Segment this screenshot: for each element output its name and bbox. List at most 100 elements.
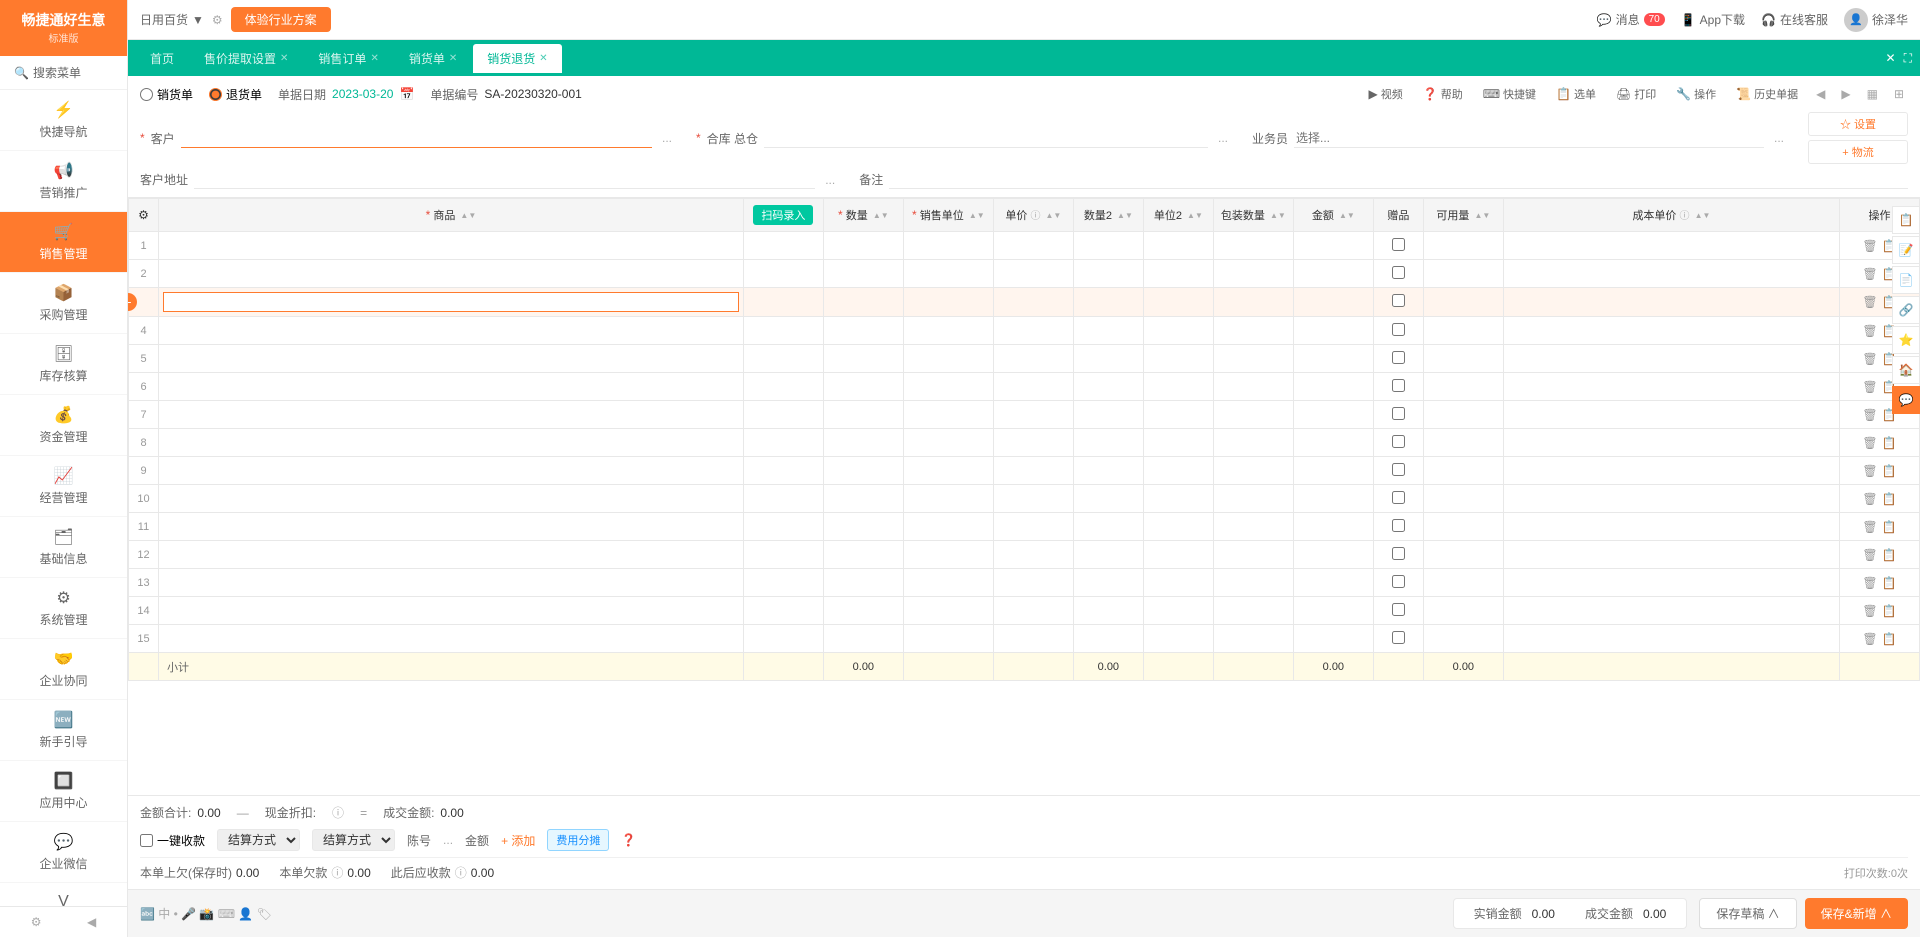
history-btn[interactable]: 📜历史单据	[1730, 84, 1804, 104]
pkg-qty-cell-3[interactable]	[1213, 288, 1293, 317]
product-cell-12[interactable]	[159, 541, 744, 569]
delete-icon-8[interactable]: 🗑	[1862, 436, 1877, 450]
pkg-qty-cell-10[interactable]	[1213, 485, 1293, 513]
save-new-button[interactable]: 保存&新增 ∧	[1805, 898, 1908, 929]
sales-unit-cell-11[interactable]	[903, 513, 993, 541]
gift-checkbox-5[interactable]	[1392, 351, 1405, 364]
nav-prev-icon[interactable]: ◀	[1812, 85, 1829, 103]
side-btn-4[interactable]: 🔗	[1892, 296, 1920, 324]
copy-icon-9[interactable]: 📋	[1882, 464, 1897, 478]
gift-cell-6[interactable]	[1373, 373, 1423, 401]
trial-button[interactable]: 体验行业方案	[231, 7, 331, 32]
sales-unit-cell-2[interactable]	[903, 260, 993, 288]
sidebar-item-member[interactable]: V 畅会员	[0, 883, 127, 906]
sidebar-item-guide[interactable]: 🆕 新手引导	[0, 700, 127, 761]
setting-icon[interactable]: ⚙	[138, 208, 149, 222]
gift-cell-7[interactable]	[1373, 401, 1423, 429]
product-cell-7[interactable]	[159, 401, 744, 429]
sort-icon[interactable]: ▲▼	[1187, 213, 1203, 219]
gift-checkbox-15[interactable]	[1392, 631, 1405, 644]
amount-cell-8[interactable]	[1293, 429, 1373, 457]
radio-sales-input[interactable]	[140, 88, 153, 101]
available-cell-5[interactable]	[1423, 345, 1503, 373]
qty-cell-2[interactable]	[823, 260, 903, 288]
category-select[interactable]: 日用百货 ▼	[140, 11, 204, 28]
delete-icon-6[interactable]: 🗑	[1862, 380, 1877, 394]
unit-price-cell-7[interactable]	[993, 401, 1073, 429]
view-list-icon[interactable]: ▦	[1863, 85, 1882, 103]
qty2-cell-3[interactable]	[1073, 288, 1143, 317]
cost-price-cell-13[interactable]	[1503, 569, 1839, 597]
pkg-qty-cell-15[interactable]	[1213, 625, 1293, 653]
sales-unit-cell-1[interactable]	[903, 232, 993, 260]
gift-cell-3[interactable]	[1373, 288, 1423, 317]
gift-cell-1[interactable]	[1373, 232, 1423, 260]
gift-cell-8[interactable]	[1373, 429, 1423, 457]
unit2-cell-14[interactable]	[1143, 597, 1213, 625]
cost-price-cell-3[interactable]	[1503, 288, 1839, 317]
gift-cell-5[interactable]	[1373, 345, 1423, 373]
tab-close-icon[interactable]: ✕	[370, 53, 378, 64]
side-btn-5[interactable]: ⭐	[1892, 326, 1920, 354]
pkg-qty-cell-8[interactable]	[1213, 429, 1293, 457]
settings-gear-icon[interactable]: ⚙	[212, 13, 223, 27]
sidebar-item-sales[interactable]: 🛒 销售管理	[0, 212, 127, 273]
amount-cell-5[interactable]	[1293, 345, 1373, 373]
cost-price-cell-6[interactable]	[1503, 373, 1839, 401]
gift-checkbox-9[interactable]	[1392, 463, 1405, 476]
side-btn-3[interactable]: 📄	[1892, 266, 1920, 294]
address-input[interactable]	[194, 170, 815, 189]
qty-cell-11[interactable]	[823, 513, 903, 541]
available-cell-4[interactable]	[1423, 317, 1503, 345]
side-btn-6[interactable]: 🏠	[1892, 356, 1920, 384]
unit2-cell-3[interactable]	[1143, 288, 1213, 317]
cost-price-cell-8[interactable]	[1503, 429, 1839, 457]
copy-icon-11[interactable]: 📋	[1882, 520, 1897, 534]
sidebar-item-enterprise[interactable]: 🤝 企业协同	[0, 639, 127, 700]
qty2-cell-2[interactable]	[1073, 260, 1143, 288]
product-cell-1[interactable]	[159, 232, 744, 260]
cost-price-cell-15[interactable]	[1503, 625, 1839, 653]
gift-cell-14[interactable]	[1373, 597, 1423, 625]
sidebar-item-shortcut[interactable]: ⚡ 快捷导航	[0, 90, 127, 151]
tab-close-icon[interactable]: ✕	[280, 53, 288, 64]
gift-cell-9[interactable]	[1373, 457, 1423, 485]
account-select[interactable]: 结算方式	[312, 829, 395, 851]
product-cell-3[interactable]: +	[159, 288, 744, 317]
copy-icon-8[interactable]: 📋	[1882, 436, 1897, 450]
delete-icon-7[interactable]: 🗑	[1862, 408, 1877, 422]
qty2-cell-13[interactable]	[1073, 569, 1143, 597]
view-grid-icon[interactable]: ⊞	[1890, 85, 1908, 103]
sidebar-item-system[interactable]: ⚙ 系统管理	[0, 578, 127, 639]
unit2-cell-5[interactable]	[1143, 345, 1213, 373]
unit-price-cell-5[interactable]	[993, 345, 1073, 373]
cost-price-cell-12[interactable]	[1503, 541, 1839, 569]
tab-sales-order[interactable]: 销售订单 ✕	[304, 44, 392, 73]
qty2-cell-11[interactable]	[1073, 513, 1143, 541]
product-cell-13[interactable]	[159, 569, 744, 597]
gift-checkbox-3[interactable]	[1392, 294, 1405, 307]
cost-price-cell-2[interactable]	[1503, 260, 1839, 288]
unit-price-cell-6[interactable]	[993, 373, 1073, 401]
qty-cell-7[interactable]	[823, 401, 903, 429]
gift-cell-11[interactable]	[1373, 513, 1423, 541]
tab-maximize-icon[interactable]: ⛶	[1904, 51, 1912, 66]
qty2-cell-10[interactable]	[1073, 485, 1143, 513]
pkg-qty-cell-13[interactable]	[1213, 569, 1293, 597]
product-cell-9[interactable]	[159, 457, 744, 485]
available-cell-8[interactable]	[1423, 429, 1503, 457]
available-cell-14[interactable]	[1423, 597, 1503, 625]
tab-sales-bill[interactable]: 销货单 ✕	[395, 44, 471, 73]
pkg-qty-cell-7[interactable]	[1213, 401, 1293, 429]
qty-cell-3[interactable]	[823, 288, 903, 317]
product-cell-5[interactable]	[159, 345, 744, 373]
delete-icon-10[interactable]: 🗑	[1862, 492, 1877, 506]
sort-icon[interactable]: ▲▼	[1474, 213, 1490, 219]
unit-price-cell-14[interactable]	[993, 597, 1073, 625]
unit-price-cell-4[interactable]	[993, 317, 1073, 345]
save-draft-button[interactable]: 保存草稿 ∧	[1699, 898, 1796, 929]
sort-icon[interactable]: ▲▼	[969, 213, 985, 219]
copy-icon-15[interactable]: 📋	[1882, 632, 1897, 646]
online-service[interactable]: 🎧 在线客服	[1761, 11, 1828, 28]
operate-btn[interactable]: 🔧操作	[1670, 84, 1722, 104]
